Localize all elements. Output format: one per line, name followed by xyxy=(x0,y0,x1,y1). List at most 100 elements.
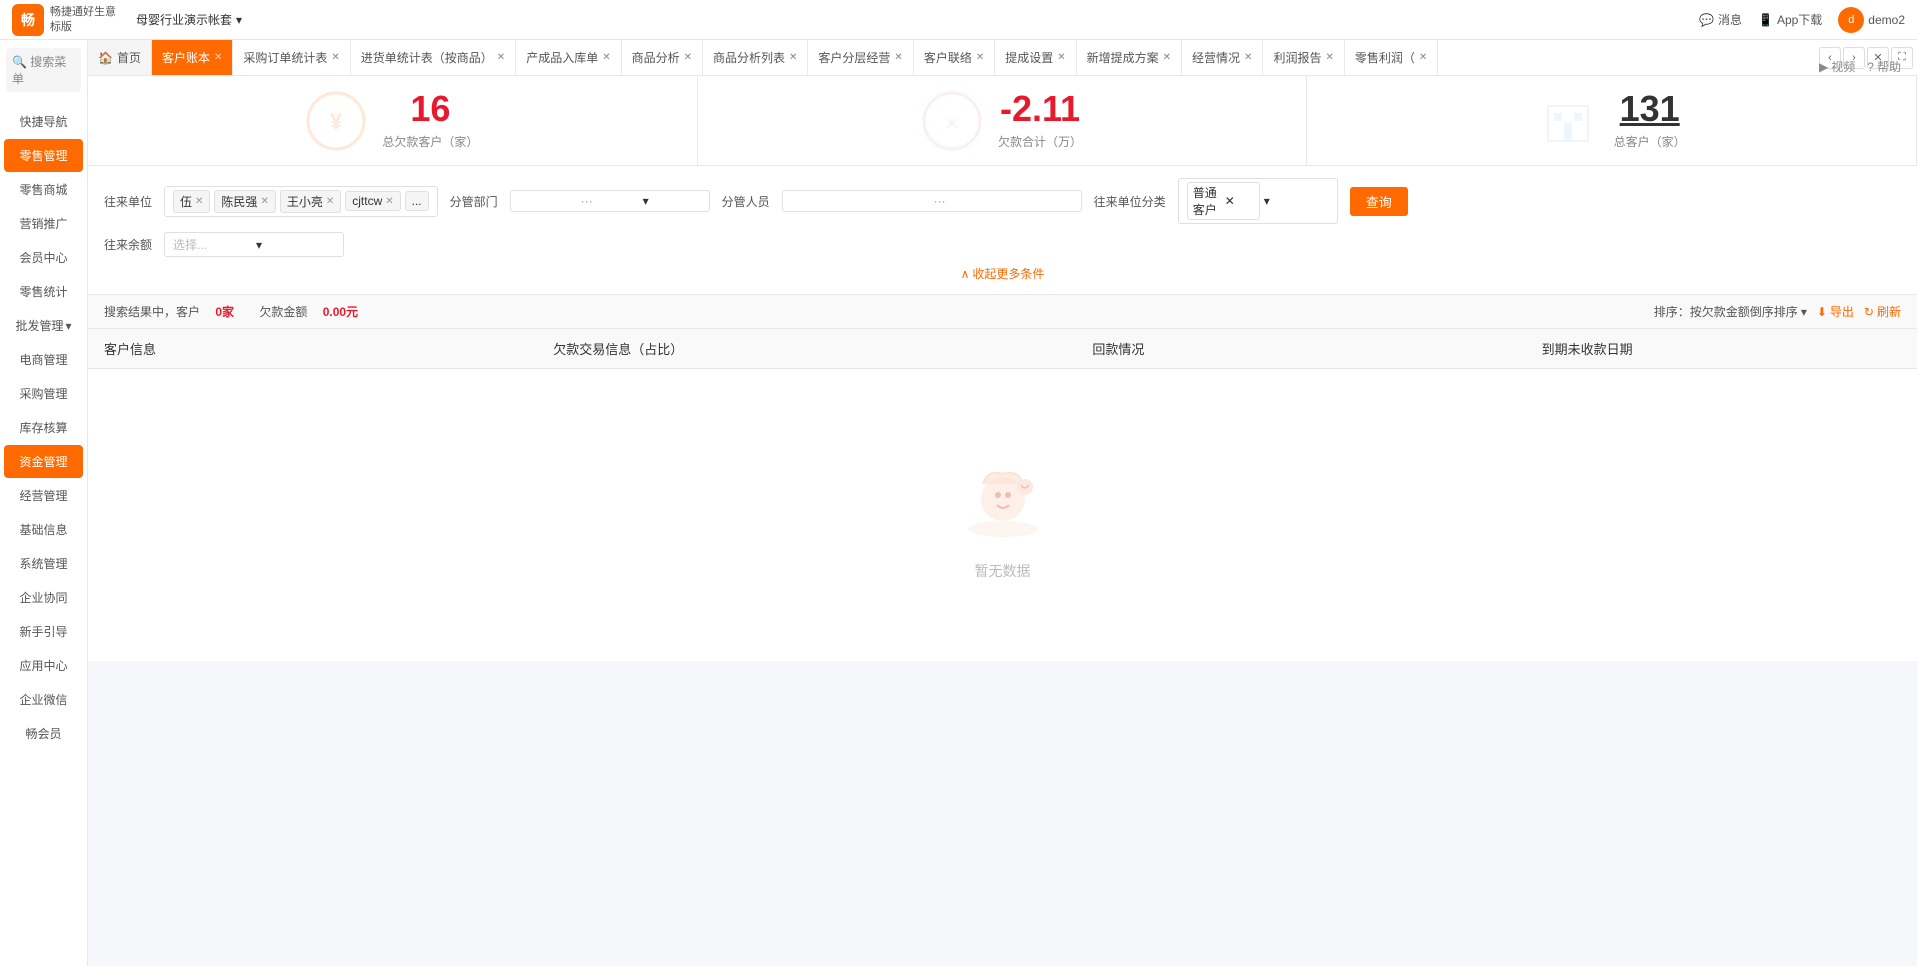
sidebar-item-enterprise[interactable]: 企业协同 xyxy=(4,581,83,614)
tab-close-icon[interactable]: ✕ xyxy=(1163,52,1171,63)
sidebar-item-quick-nav[interactable]: 快捷导航 xyxy=(4,105,83,138)
more-icon: ··· xyxy=(934,194,1073,208)
yuan-circle-icon: ¥ xyxy=(306,91,366,151)
stat-text-debt: -2.11 欠款合计（万） xyxy=(998,91,1082,150)
tab-product-analysis-list[interactable]: 商品分析列表 ✕ xyxy=(703,40,808,75)
tag-close-btn[interactable]: ✕ xyxy=(1225,194,1254,208)
col-header-date: 到期未收款日期 xyxy=(1542,339,1901,358)
tab-close-icon[interactable]: ✕ xyxy=(497,52,505,63)
stat-value-customers: 16 xyxy=(410,91,450,127)
export-btn[interactable]: ⬇ 导出 xyxy=(1817,303,1854,320)
tab-purchase-order-stat[interactable]: 采购订单统计表 ✕ xyxy=(233,40,350,75)
balance-label: 往来余额 xyxy=(104,236,152,253)
tab-profit-report[interactable]: 利润报告 ✕ xyxy=(1263,40,1344,75)
tab-raise-settings[interactable]: 提成设置 ✕ xyxy=(995,40,1076,75)
sort-select[interactable]: 排序：按欠款金额倒序排序 ▾ xyxy=(1654,303,1807,320)
tab-customer-book[interactable]: 客户账本 ✕ xyxy=(152,40,233,75)
tab-close-icon[interactable]: ✕ xyxy=(214,52,222,63)
sidebar-item-operations[interactable]: 经营管理 xyxy=(4,479,83,512)
filter-tag-more[interactable]: ... xyxy=(405,191,429,211)
tab-close-icon[interactable]: ✕ xyxy=(1419,52,1427,63)
message-icon: 💬 xyxy=(1699,13,1714,27)
balance-select[interactable]: 选择... ▾ xyxy=(164,232,344,257)
sidebar-item-batch-mgmt[interactable]: 批发管理 ▾ xyxy=(4,309,83,342)
sidebar-item-app-center[interactable]: 应用中心 xyxy=(4,649,83,682)
tab-close-icon[interactable]: ✕ xyxy=(1325,52,1333,63)
tab-customer-contact[interactable]: 客户联络 ✕ xyxy=(914,40,995,75)
tab-retail-profit[interactable]: 零售利润（ ✕ xyxy=(1345,40,1438,75)
building-icon xyxy=(1538,91,1598,151)
filter-area: 往来单位 伍 ✕ 陈民强 ✕ xyxy=(88,166,1917,295)
collapse-btn[interactable]: ∧ 收起更多条件 xyxy=(961,265,1045,282)
tab-close-icon[interactable]: ✕ xyxy=(684,52,692,63)
dept-select[interactable]: ··· ▾ xyxy=(510,190,710,212)
sidebar-item-basic-info[interactable]: 基础信息 xyxy=(4,513,83,546)
unit-class-selected-tag: 普通客户 ✕ xyxy=(1187,182,1260,220)
query-button[interactable]: 查询 xyxy=(1350,187,1408,216)
sidebar-item-enterprise-wechat[interactable]: 企业微信 xyxy=(4,683,83,716)
sidebar-item-inventory[interactable]: 库存核算 xyxy=(4,411,83,444)
sidebar-item-zero-retail[interactable]: 零售管理 xyxy=(4,139,83,172)
tab-new-raise-plan[interactable]: 新增提成方案 ✕ xyxy=(1077,40,1182,75)
unit-class-select[interactable]: 普通客户 ✕ ▾ xyxy=(1178,178,1338,224)
message-btn[interactable]: 💬 消息 xyxy=(1699,11,1742,28)
svg-text:✕: ✕ xyxy=(945,116,958,133)
chevron-down-icon: ▾ xyxy=(256,238,335,252)
tab-bar-inner: 🏠 首页 客户账本 ✕ 采购订单统计表 ✕ 进货单统计表（按商品） ✕ xyxy=(88,40,1815,75)
result-info: 搜索结果中，客户 0家 欠款金额 0.00元 xyxy=(104,303,382,320)
sidebar-item-purchase[interactable]: 采购管理 xyxy=(4,377,83,410)
filter-row-2: 往来余额 选择... ▾ xyxy=(104,232,1901,257)
tag-close-btn[interactable]: ✕ xyxy=(385,196,393,207)
empty-illustration xyxy=(953,449,1053,549)
sidebar-item-new-guide[interactable]: 新手引导 xyxy=(4,615,83,648)
app-download-btn[interactable]: 📱 App下载 xyxy=(1758,11,1822,28)
tab-home[interactable]: 🏠 首页 xyxy=(88,40,152,75)
tab-close-icon[interactable]: ✕ xyxy=(602,52,610,63)
tab-instock-stat[interactable]: 进货单统计表（按商品） ✕ xyxy=(351,40,516,75)
sidebar-item-retail-stat[interactable]: 零售统计 xyxy=(4,275,83,308)
phone-icon: 📱 xyxy=(1758,13,1773,27)
sidebar-item-member[interactable]: 会员中心 xyxy=(4,241,83,274)
tenant-selector[interactable]: 母婴行业演示帐套 ▾ xyxy=(136,11,242,28)
person-select[interactable]: ··· xyxy=(782,190,1082,212)
sidebar-item-ecommerce[interactable]: 电商管理 xyxy=(4,343,83,376)
filter-row-1: 往来单位 伍 ✕ 陈民强 ✕ xyxy=(104,178,1901,224)
tab-close-icon[interactable]: ✕ xyxy=(1244,52,1252,63)
tab-close-icon[interactable]: ✕ xyxy=(894,52,902,63)
home-icon: 🏠 xyxy=(98,51,113,65)
sidebar-item-capital[interactable]: 资金管理 xyxy=(4,445,83,478)
sidebar-item-vip-member[interactable]: 畅会员 xyxy=(4,717,83,750)
stat-total-customers: ¥ 16 总欠款客户（家） xyxy=(88,76,698,165)
unit-filter-input[interactable]: 伍 ✕ 陈民强 ✕ 王小亮 ✕ xyxy=(164,186,438,217)
chevron-down-icon: ▾ xyxy=(65,319,71,333)
filter-tag-wang: 王小亮 ✕ xyxy=(280,190,341,213)
tag-close-btn[interactable]: ✕ xyxy=(260,196,268,207)
tab-product-analysis[interactable]: 商品分析 ✕ xyxy=(622,40,703,75)
tag-close-btn[interactable]: ✕ xyxy=(195,196,203,207)
sidebar-nav: 快捷导航 零售管理 零售商城 营销推广 会员中心 零售统计 批发管理 ▾ 电商管… xyxy=(0,100,87,755)
tab-ops-status[interactable]: 经营情况 ✕ xyxy=(1182,40,1263,75)
tab-close-icon[interactable]: ✕ xyxy=(1057,52,1065,63)
refresh-btn[interactable]: ↻ 刷新 xyxy=(1864,303,1901,320)
sidebar-item-marketing[interactable]: 营销推广 xyxy=(4,207,83,240)
tab-close-icon[interactable]: ✕ xyxy=(789,52,797,63)
sidebar-item-sys-mgmt[interactable]: 系统管理 xyxy=(4,547,83,580)
svg-text:¥: ¥ xyxy=(330,109,343,134)
table-area: 客户信息 欠款交易信息（占比） 回款情况 到期未收款日期 xyxy=(88,329,1917,661)
filter-tag-cjttcw: cjttcw ✕ xyxy=(345,191,400,211)
stat-total-customers2: 131 总客户（家） xyxy=(1307,76,1917,165)
logo: 畅 畅捷通好生意 标版 xyxy=(12,4,116,36)
avatar: d xyxy=(1838,7,1864,33)
tab-close-icon[interactable]: ✕ xyxy=(976,52,984,63)
search-menu-btn[interactable]: 🔍 搜索菜单 xyxy=(6,48,81,92)
tab-customer-segment[interactable]: 客户分层经营 ✕ xyxy=(808,40,913,75)
collapse-row: ∧ 收起更多条件 xyxy=(104,265,1901,282)
stat-label-debt: 欠款合计（万） xyxy=(998,133,1082,150)
tag-close-btn[interactable]: ✕ xyxy=(326,196,334,207)
user-menu[interactable]: d demo2 xyxy=(1838,7,1905,33)
tab-close-icon[interactable]: ✕ xyxy=(331,52,339,63)
stat-label-customers: 总欠款客户（家） xyxy=(382,133,478,150)
sidebar-item-zero-mall[interactable]: 零售商城 xyxy=(4,173,83,206)
tab-product-instock[interactable]: 产成品入库单 ✕ xyxy=(516,40,621,75)
chevron-up-icon: ∧ xyxy=(961,267,970,281)
